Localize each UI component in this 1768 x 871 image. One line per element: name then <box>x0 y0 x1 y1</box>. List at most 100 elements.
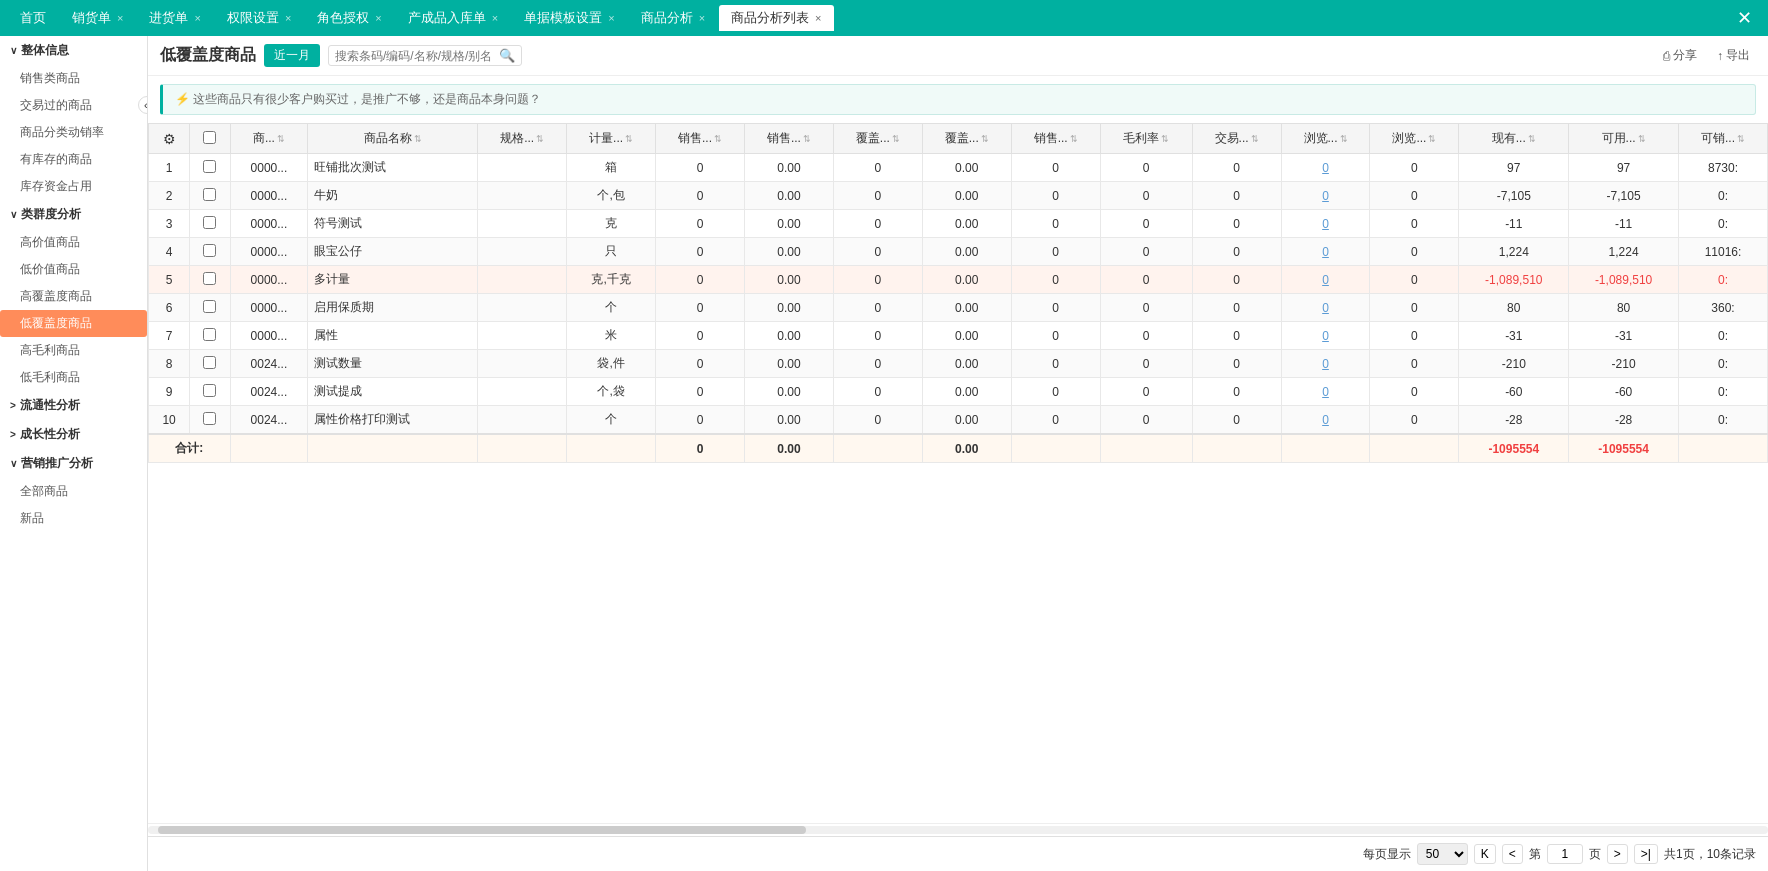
th-trade[interactable]: 交易...⇅ <box>1192 124 1281 154</box>
table-row: 7 0000... 属性 米 0 0.00 0 0.00 0 0 0 0 0 -… <box>149 322 1768 350</box>
row-sales1: 0 <box>656 210 745 238</box>
prev-page-button[interactable]: < <box>1502 844 1523 864</box>
current-page-input[interactable] <box>1547 844 1583 864</box>
export-button[interactable]: ↑ 导出 <box>1711 44 1756 67</box>
row-checkbox[interactable] <box>190 182 231 210</box>
tab-permission-settings[interactable]: 权限设置 × <box>215 5 303 31</box>
row-browse1[interactable]: 0 <box>1281 238 1370 266</box>
row-browse1[interactable]: 0 <box>1281 210 1370 238</box>
share-button[interactable]: ⎙ 分享 <box>1657 44 1703 67</box>
row-checkbox[interactable] <box>190 154 231 182</box>
sidebar: ∨ 整体信息 销售类商品 交易过的商品 商品分类动销率 有库存的商品 库存资金占… <box>0 36 148 871</box>
period-button[interactable]: 近一月 <box>264 44 320 67</box>
sidebar-item-traded-goods[interactable]: 交易过的商品 <box>0 92 147 119</box>
page-size-select[interactable]: 50 20 100 200 <box>1417 843 1468 865</box>
row-checkbox[interactable] <box>190 210 231 238</box>
sidebar-item-low-profit[interactable]: 低毛利商品 <box>0 364 147 391</box>
window-close-button[interactable]: ✕ <box>1729 7 1760 29</box>
row-browse1[interactable]: 0 <box>1281 154 1370 182</box>
sidebar-item-high-profit[interactable]: 高毛利商品 <box>0 337 147 364</box>
th-browse2[interactable]: 浏览...⇅ <box>1370 124 1459 154</box>
th-sales3[interactable]: 销售...⇅ <box>1011 124 1100 154</box>
row-checkbox[interactable] <box>190 266 231 294</box>
th-unit[interactable]: 计量...⇅ <box>567 124 656 154</box>
sidebar-item-all-goods[interactable]: 全部商品 <box>0 478 147 505</box>
th-cover2[interactable]: 覆盖...⇅ <box>922 124 1011 154</box>
sidebar-item-inventory-fund[interactable]: 库存资金占用 <box>0 173 147 200</box>
sidebar-item-category-turnover[interactable]: 商品分类动销率 <box>0 119 147 146</box>
th-code[interactable]: 商...⇅ <box>230 124 308 154</box>
sidebar-section-cluster[interactable]: ∨ 类群度分析 <box>0 200 147 229</box>
row-browse1[interactable]: 0 <box>1281 322 1370 350</box>
row-sales3: 0 <box>1011 322 1100 350</box>
sidebar-section-growth[interactable]: > 成长性分析 <box>0 420 147 449</box>
sidebar-item-low-coverage[interactable]: 低覆盖度商品 <box>0 310 147 337</box>
row-checkbox[interactable] <box>190 322 231 350</box>
search-input[interactable] <box>335 49 495 63</box>
sidebar-item-high-coverage[interactable]: 高覆盖度商品 <box>0 283 147 310</box>
next-page-button[interactable]: > <box>1607 844 1628 864</box>
sidebar-section-marketing[interactable]: ∨ 营销推广分析 <box>0 449 147 478</box>
th-stock2[interactable]: 可用...⇅ <box>1569 124 1679 154</box>
close-icon[interactable]: × <box>285 12 291 24</box>
row-sales3: 0 <box>1011 294 1100 322</box>
close-icon[interactable]: × <box>375 12 381 24</box>
sidebar-item-sales-goods[interactable]: 销售类商品 <box>0 65 147 92</box>
row-browse1[interactable]: 0 <box>1281 350 1370 378</box>
close-icon[interactable]: × <box>194 12 200 24</box>
sidebar-item-stocked-goods[interactable]: 有库存的商品 <box>0 146 147 173</box>
row-checkbox[interactable] <box>190 350 231 378</box>
row-checkbox[interactable] <box>190 294 231 322</box>
th-gross-rate[interactable]: 毛利率⇅ <box>1100 124 1192 154</box>
row-stock3: 0: <box>1678 182 1767 210</box>
row-browse1[interactable]: 0 <box>1281 182 1370 210</box>
row-checkbox[interactable] <box>190 238 231 266</box>
row-checkbox[interactable] <box>190 406 231 435</box>
sidebar-item-high-value[interactable]: 高价值商品 <box>0 229 147 256</box>
total-label: 合计: <box>149 434 231 463</box>
tab-product-analysis-list[interactable]: 商品分析列表 × <box>719 5 833 31</box>
tab-template-settings[interactable]: 单据模板设置 × <box>512 5 626 31</box>
th-stock3[interactable]: 可销...⇅ <box>1678 124 1767 154</box>
th-cover1[interactable]: 覆盖...⇅ <box>833 124 922 154</box>
close-icon[interactable]: × <box>608 12 614 24</box>
tab-sales-order[interactable]: 销货单 × <box>60 5 135 31</box>
close-icon[interactable]: × <box>117 12 123 24</box>
row-checkbox[interactable] <box>190 378 231 406</box>
scrollbar-thumb[interactable] <box>158 826 806 834</box>
close-icon[interactable]: × <box>492 12 498 24</box>
row-browse1[interactable]: 0 <box>1281 266 1370 294</box>
th-sales2[interactable]: 销售...⇅ <box>744 124 833 154</box>
tab-product-analysis[interactable]: 商品分析 × <box>629 5 717 31</box>
close-icon[interactable]: × <box>699 12 705 24</box>
first-page-button[interactable]: K <box>1474 844 1496 864</box>
th-spec[interactable]: 规格...⇅ <box>478 124 567 154</box>
sidebar-item-new-goods[interactable]: 新品 <box>0 505 147 532</box>
th-stock1[interactable]: 现有...⇅ <box>1459 124 1569 154</box>
search-icon[interactable]: 🔍 <box>499 48 515 63</box>
row-num: 10 <box>149 406 190 435</box>
row-sales1: 0 <box>656 266 745 294</box>
th-name[interactable]: 商品名称⇅ <box>308 124 478 154</box>
horizontal-scrollbar[interactable] <box>148 826 1768 834</box>
row-browse1[interactable]: 0 <box>1281 378 1370 406</box>
row-browse1[interactable]: 0 <box>1281 406 1370 435</box>
th-browse1[interactable]: 浏览...⇅ <box>1281 124 1370 154</box>
sidebar-item-low-value[interactable]: 低价值商品 <box>0 256 147 283</box>
th-settings[interactable]: ⚙ <box>149 124 190 154</box>
select-all-checkbox[interactable] <box>203 131 216 144</box>
row-num: 2 <box>149 182 190 210</box>
tab-purchase-order[interactable]: 进货单 × <box>137 5 212 31</box>
tab-role-auth[interactable]: 角色授权 × <box>305 5 393 31</box>
row-unit: 个,包 <box>567 182 656 210</box>
row-code: 0024... <box>230 350 308 378</box>
sidebar-section-circulation[interactable]: > 流通性分析 <box>0 391 147 420</box>
th-checkbox[interactable] <box>190 124 231 154</box>
last-page-button[interactable]: >| <box>1634 844 1658 864</box>
close-icon[interactable]: × <box>815 12 821 24</box>
tab-home[interactable]: 首页 <box>8 5 58 31</box>
sidebar-section-overall[interactable]: ∨ 整体信息 <box>0 36 147 65</box>
row-browse1[interactable]: 0 <box>1281 294 1370 322</box>
tab-finished-goods[interactable]: 产成品入库单 × <box>396 5 510 31</box>
th-sales1[interactable]: 销售...⇅ <box>656 124 745 154</box>
